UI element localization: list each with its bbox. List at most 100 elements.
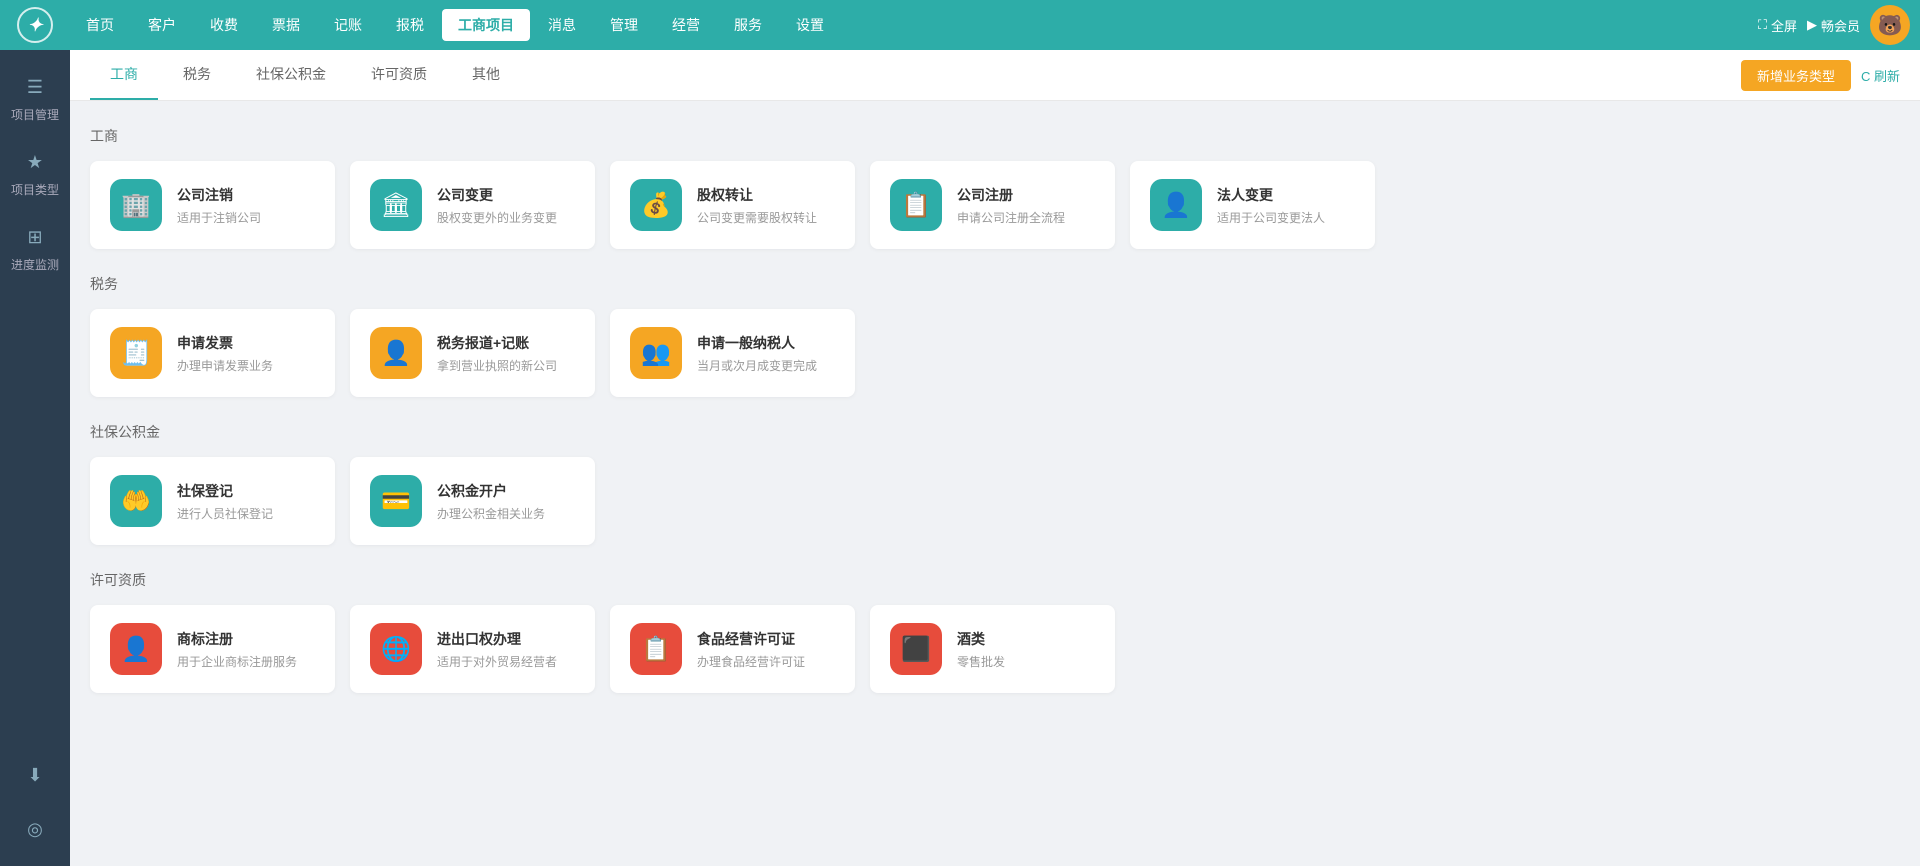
fullscreen-button[interactable]: ⛶ 全屏 bbox=[1758, 16, 1797, 35]
service-card-申请一般纳税人[interactable]: 👥 申请一般纳税人当月或次月成变更完成 bbox=[610, 309, 855, 397]
card-title: 社保登记 bbox=[177, 481, 273, 501]
card-title: 公司注销 bbox=[177, 185, 261, 205]
card-icon: 🤲 bbox=[110, 475, 162, 527]
card-title: 申请一般纳税人 bbox=[697, 333, 817, 353]
nav-item-票据[interactable]: 票据 bbox=[256, 9, 316, 41]
card-icon: 👤 bbox=[370, 327, 422, 379]
card-title: 进出口权办理 bbox=[437, 629, 557, 649]
nav-item-工商项目[interactable]: 工商项目 bbox=[442, 9, 530, 41]
sidebar-item-项目类型[interactable]: ★项目类型 bbox=[6, 135, 64, 210]
nav-item-报税[interactable]: 报税 bbox=[380, 9, 440, 41]
nav-item-收费[interactable]: 收费 bbox=[194, 9, 254, 41]
card-text: 法人变更适用于公司变更法人 bbox=[1217, 185, 1325, 226]
left-sidebar: ☰项目管理★项目类型⊞进度监测 ⬇◎ bbox=[0, 50, 70, 866]
tab-bar: 工商税务社保公积金许可资质其他 新增业务类型 C 刷新 bbox=[70, 50, 1920, 101]
vip-button[interactable]: ▶ 畅会员 bbox=[1807, 16, 1860, 35]
card-text: 公司变更股权变更外的业务变更 bbox=[437, 185, 557, 226]
section-title-许可资质: 许可资质 bbox=[90, 570, 1900, 590]
nav-right: ⛶ 全屏 ▶ 畅会员 🐻 bbox=[1758, 5, 1910, 45]
card-desc: 办理食品经营许可证 bbox=[697, 653, 805, 670]
service-card-商标注册[interactable]: 👤商标注册用于企业商标注册服务 bbox=[90, 605, 335, 693]
card-desc: 申请公司注册全流程 bbox=[957, 209, 1065, 226]
service-card-社保登记[interactable]: 🤲 社保登记进行人员社保登记 bbox=[90, 457, 335, 545]
sidebar-item-label: 项目管理 bbox=[11, 106, 59, 123]
service-card-公司注册[interactable]: 📋公司注册申请公司注册全流程 bbox=[870, 161, 1115, 249]
card-icon: 🏢 bbox=[110, 179, 162, 231]
sidebar-bottom-item[interactable]: ⬇ bbox=[0, 748, 70, 802]
card-text: 食品经营许可证办理食品经营许可证 bbox=[697, 629, 805, 670]
card-icon: 💳 bbox=[370, 475, 422, 527]
card-grid-税务: 🧾申请发票办理申请发票业务 👤 税务报道+记账拿到营业执照的新公司 👥 申请一般纳税人当… bbox=[90, 309, 1900, 397]
nav-item-客户[interactable]: 客户 bbox=[132, 9, 192, 41]
card-desc: 零售批发 bbox=[957, 653, 1005, 670]
refresh-button[interactable]: C 刷新 bbox=[1861, 66, 1900, 85]
card-desc: 当月或次月成变更完成 bbox=[697, 357, 817, 374]
section-title-税务: 税务 bbox=[90, 274, 1900, 294]
card-title: 公司注册 bbox=[957, 185, 1065, 205]
nav-item-记账[interactable]: 记账 bbox=[318, 9, 378, 41]
tab-actions: 新增业务类型 C 刷新 bbox=[1741, 60, 1900, 91]
card-text: 社保登记进行人员社保登记 bbox=[177, 481, 273, 522]
logo-icon: ✦ bbox=[17, 7, 53, 43]
card-title: 酒类 bbox=[957, 629, 1005, 649]
vip-icon: ▶ bbox=[1807, 17, 1817, 33]
card-text: 公司注册申请公司注册全流程 bbox=[957, 185, 1065, 226]
service-card-股权转让[interactable]: 💰股权转让公司变更需要股权转让 bbox=[610, 161, 855, 249]
sidebar-item-label: 项目类型 bbox=[11, 181, 59, 198]
top-navigation: ✦ 首页客户收费票据记账报税工商项目消息管理经营服务设置 ⛶ 全屏 ▶ 畅会员 … bbox=[0, 0, 1920, 50]
nav-item-设置[interactable]: 设置 bbox=[780, 9, 840, 41]
service-card-公司注销[interactable]: 🏢 公司注销适用于注销公司 bbox=[90, 161, 335, 249]
sidebar-item-项目管理[interactable]: ☰项目管理 bbox=[6, 60, 64, 135]
fullscreen-label: 全屏 bbox=[1771, 16, 1797, 35]
card-title: 公积金开户 bbox=[437, 481, 545, 501]
card-grid-许可资质: 👤商标注册用于企业商标注册服务🌐进出口权办理适用于对外贸易经营者📋食品经营许可证… bbox=[90, 605, 1900, 693]
service-card-食品经营许可证[interactable]: 📋 食品经营许可证办理食品经营许可证 bbox=[610, 605, 855, 693]
card-desc: 适用于对外贸易经营者 bbox=[437, 653, 557, 670]
service-card-法人变更[interactable]: 👤法人变更适用于公司变更法人 bbox=[1130, 161, 1375, 249]
service-card-税务报道+记账[interactable]: 👤 税务报道+记账拿到营业执照的新公司 bbox=[350, 309, 595, 397]
card-desc: 办理公积金相关业务 bbox=[437, 505, 545, 522]
service-card-酒类[interactable]: ⬛酒类零售批发 bbox=[870, 605, 1115, 693]
service-card-公积金开户[interactable]: 💳 公积金开户办理公积金相关业务 bbox=[350, 457, 595, 545]
card-icon: 🌐 bbox=[370, 623, 422, 675]
tab-其他[interactable]: 其他 bbox=[452, 50, 520, 100]
nav-item-管理[interactable]: 管理 bbox=[594, 9, 654, 41]
nav-item-服务[interactable]: 服务 bbox=[718, 9, 778, 41]
logo: ✦ bbox=[10, 7, 60, 43]
nav-item-消息[interactable]: 消息 bbox=[532, 9, 592, 41]
tab-社保公积金[interactable]: 社保公积金 bbox=[236, 50, 346, 100]
sidebar-bottom: ⬇◎ bbox=[0, 748, 70, 866]
card-text: 酒类零售批发 bbox=[957, 629, 1005, 670]
card-desc: 进行人员社保登记 bbox=[177, 505, 273, 522]
nav-item-首页[interactable]: 首页 bbox=[70, 9, 130, 41]
nav-menu: 首页客户收费票据记账报税工商项目消息管理经营服务设置 bbox=[70, 9, 1758, 41]
service-card-公司变更[interactable]: 🏛 公司变更股权变更外的业务变更 bbox=[350, 161, 595, 249]
card-icon: 🏛 bbox=[370, 179, 422, 231]
sidebar-bottom-item[interactable]: ◎ bbox=[0, 802, 70, 856]
content-area: 工商🏢公司注销适用于注销公司🏛公司变更股权变更外的业务变更💰股权转让公司变更需要… bbox=[70, 101, 1920, 723]
card-grid-社保公积金: 🤲 社保登记进行人员社保登记 💳 公积金开户办理公积金相关业务 bbox=[90, 457, 1900, 545]
add-business-type-button[interactable]: 新增业务类型 bbox=[1741, 60, 1851, 91]
card-icon: 👥 bbox=[630, 327, 682, 379]
card-icon: 👤 bbox=[110, 623, 162, 675]
card-desc: 适用于注销公司 bbox=[177, 209, 261, 226]
card-text: 公积金开户办理公积金相关业务 bbox=[437, 481, 545, 522]
sidebar-item-进度监测[interactable]: ⊞进度监测 bbox=[6, 210, 64, 285]
card-title: 公司变更 bbox=[437, 185, 557, 205]
service-card-申请发票[interactable]: 🧾申请发票办理申请发票业务 bbox=[90, 309, 335, 397]
card-title: 税务报道+记账 bbox=[437, 333, 557, 353]
card-desc: 拿到营业执照的新公司 bbox=[437, 357, 557, 374]
tab-税务[interactable]: 税务 bbox=[163, 50, 231, 100]
card-text: 公司注销适用于注销公司 bbox=[177, 185, 261, 226]
tab-许可资质[interactable]: 许可资质 bbox=[351, 50, 447, 100]
fullscreen-icon: ⛶ bbox=[1758, 17, 1767, 33]
vip-label: 畅会员 bbox=[1821, 16, 1860, 35]
mascot-avatar: 🐻 bbox=[1870, 5, 1910, 45]
nav-item-经营[interactable]: 经营 bbox=[656, 9, 716, 41]
main-content: 工商税务社保公积金许可资质其他 新增业务类型 C 刷新 工商 🏢 公司注销适用于注销… bbox=[70, 50, 1920, 866]
tab-工商[interactable]: 工商 bbox=[90, 50, 158, 100]
card-text: 股权转让公司变更需要股权转让 bbox=[697, 185, 817, 226]
card-icon: 📋 bbox=[630, 623, 682, 675]
service-card-进出口权办理[interactable]: 🌐 进出口权办理适用于对外贸易经营者 bbox=[350, 605, 595, 693]
card-title: 商标注册 bbox=[177, 629, 297, 649]
